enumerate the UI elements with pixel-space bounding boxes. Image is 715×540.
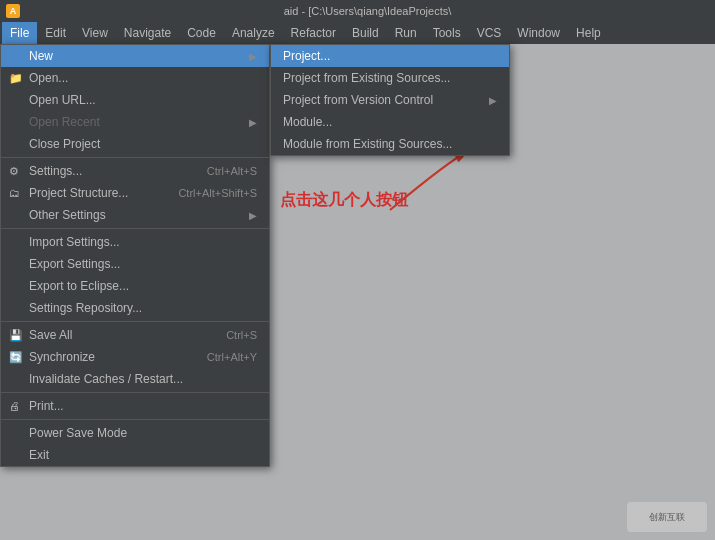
- menu-save-all[interactable]: 💾 Save All Ctrl+S: [1, 324, 269, 346]
- gear-icon: ⚙: [9, 165, 19, 178]
- menu-navigate[interactable]: Navigate: [116, 22, 179, 44]
- menu-invalidate[interactable]: Invalidate Caches / Restart...: [1, 368, 269, 390]
- menu-export-eclipse[interactable]: Export to Eclipse...: [1, 275, 269, 297]
- title-text: aid - [C:\Users\qiang\IdeaProjects\: [26, 5, 709, 17]
- title-bar: A aid - [C:\Users\qiang\IdeaProjects\: [0, 0, 715, 22]
- logo-text: 创新互联: [649, 511, 685, 524]
- print-icon: 🖨: [9, 400, 20, 412]
- file-dropdown: New ▶ 📁 Open... Open URL... Open Recent …: [0, 44, 270, 467]
- menu-new[interactable]: New ▶: [1, 45, 269, 67]
- app-icon: A: [6, 4, 20, 18]
- menu-run[interactable]: Run: [387, 22, 425, 44]
- menu-project-structure[interactable]: 🗂 Project Structure... Ctrl+Alt+Shift+S: [1, 182, 269, 204]
- menu-help[interactable]: Help: [568, 22, 609, 44]
- project-icon: 🗂: [9, 187, 20, 199]
- menu-print[interactable]: 🖨 Print...: [1, 395, 269, 417]
- folder-icon: 📁: [9, 72, 23, 85]
- menu-analyze[interactable]: Analyze: [224, 22, 283, 44]
- submenu-arrow-recent: ▶: [249, 117, 257, 128]
- menu-open-url[interactable]: Open URL...: [1, 89, 269, 111]
- menu-close-project[interactable]: Close Project: [1, 133, 269, 155]
- menu-other-settings[interactable]: Other Settings ▶: [1, 204, 269, 226]
- submenu-project-existing[interactable]: Project from Existing Sources...: [271, 67, 509, 89]
- menu-export-settings[interactable]: Export Settings...: [1, 253, 269, 275]
- menu-open[interactable]: 📁 Open...: [1, 67, 269, 89]
- menu-edit[interactable]: Edit: [37, 22, 74, 44]
- submenu-module[interactable]: Module...: [271, 111, 509, 133]
- menu-synchronize[interactable]: 🔄 Synchronize Ctrl+Alt+Y: [1, 346, 269, 368]
- menu-vcs[interactable]: VCS: [469, 22, 510, 44]
- menu-build[interactable]: Build: [344, 22, 387, 44]
- separator-4: [1, 392, 269, 393]
- menu-refactor[interactable]: Refactor: [283, 22, 344, 44]
- menu-bar: File Edit View Navigate Code Analyze Ref…: [0, 22, 715, 44]
- annotation-text: 点击这几个人按钮: [280, 190, 408, 211]
- submenu-module-existing[interactable]: Module from Existing Sources...: [271, 133, 509, 155]
- menu-settings[interactable]: ⚙ Settings... Ctrl+Alt+S: [1, 160, 269, 182]
- logo-watermark: 创新互联: [627, 502, 707, 532]
- save-icon: 💾: [9, 329, 23, 342]
- submenu-arrow-settings: ▶: [249, 210, 257, 221]
- menu-open-recent[interactable]: Open Recent ▶: [1, 111, 269, 133]
- submenu-project[interactable]: Project...: [271, 45, 509, 67]
- menu-file[interactable]: File: [2, 22, 37, 44]
- submenu-vcs-arrow: ▶: [489, 95, 497, 106]
- menu-view[interactable]: View: [74, 22, 116, 44]
- submenu-arrow: ▶: [249, 51, 257, 62]
- sync-icon: 🔄: [9, 351, 23, 364]
- menu-settings-repo[interactable]: Settings Repository...: [1, 297, 269, 319]
- menu-import-settings[interactable]: Import Settings...: [1, 231, 269, 253]
- menu-window[interactable]: Window: [509, 22, 568, 44]
- submenu-project-vcs[interactable]: Project from Version Control ▶: [271, 89, 509, 111]
- menu-exit[interactable]: Exit: [1, 444, 269, 466]
- separator-3: [1, 321, 269, 322]
- menu-code[interactable]: Code: [179, 22, 224, 44]
- menu-power-save[interactable]: Power Save Mode: [1, 422, 269, 444]
- separator-1: [1, 157, 269, 158]
- new-submenu: Project... Project from Existing Sources…: [270, 44, 510, 156]
- menu-tools[interactable]: Tools: [425, 22, 469, 44]
- separator-5: [1, 419, 269, 420]
- separator-2: [1, 228, 269, 229]
